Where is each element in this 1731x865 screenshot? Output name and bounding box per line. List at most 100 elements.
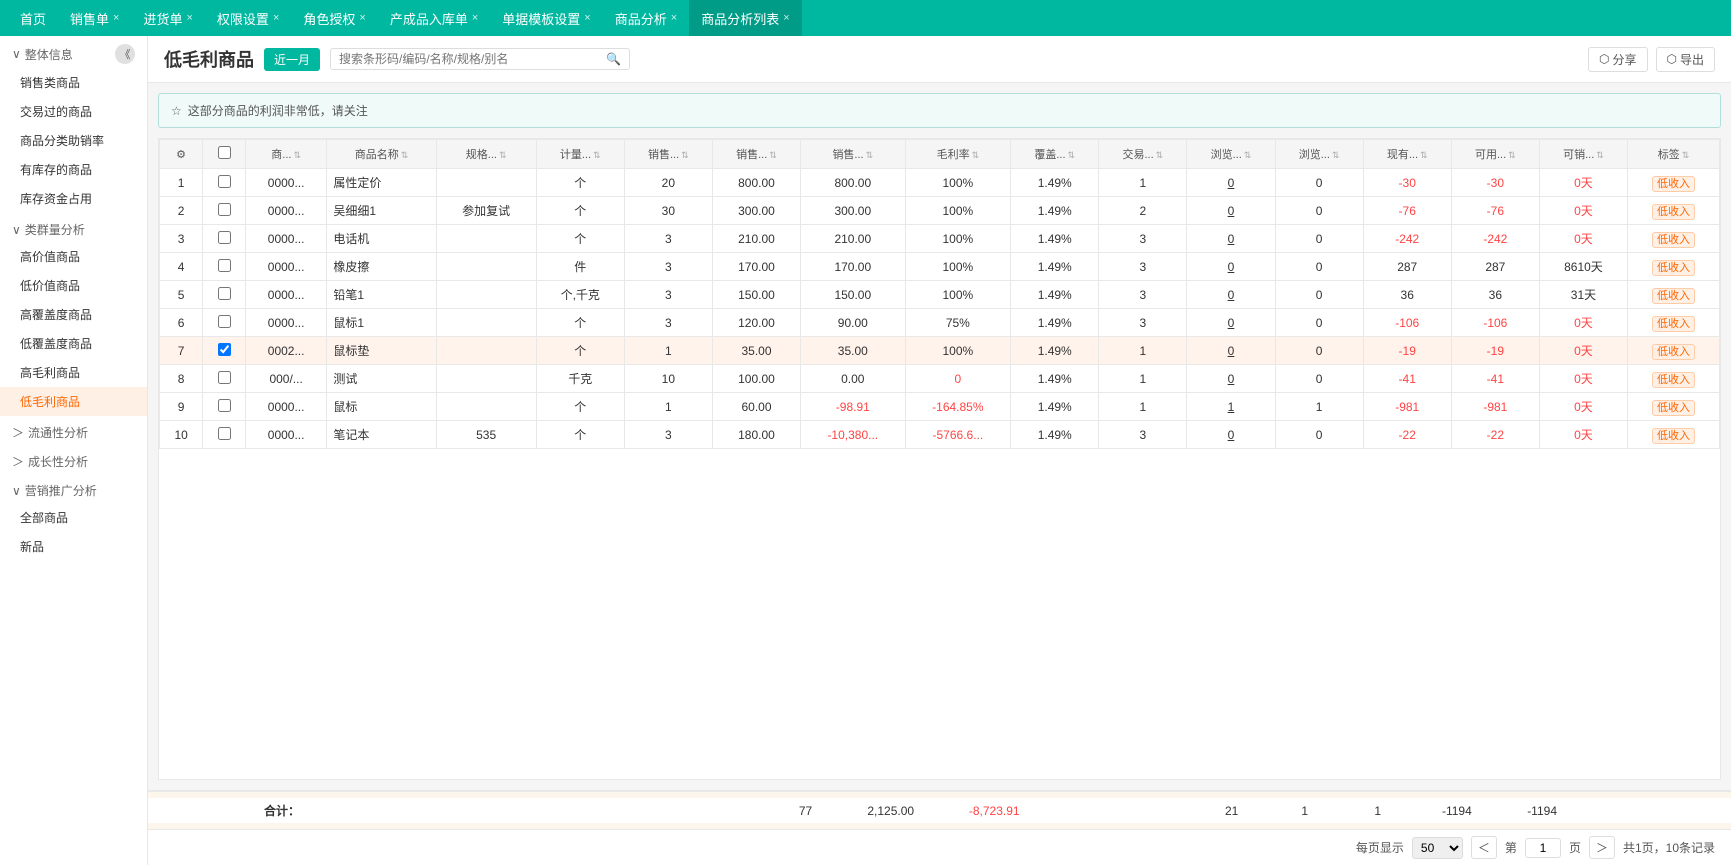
row-available: 36 [1451, 281, 1539, 309]
nav-analysis-list-close[interactable]: × [783, 12, 789, 24]
nav-template-settings[interactable]: 单据模板设置 × [490, 0, 602, 36]
col-tag[interactable]: 标签⇅ [1628, 140, 1720, 169]
row-view1[interactable]: 0 [1187, 253, 1275, 281]
col-code[interactable]: 商...⇅ [245, 140, 327, 169]
chevron-down-icon-2: ∨ [12, 223, 21, 237]
col-gross-margin[interactable]: 毛利率⇅ [905, 140, 1011, 169]
nav-product-entry[interactable]: 产成品入库单 × [378, 0, 490, 36]
sidebar-group-growth[interactable]: ＞ 成长性分析 [0, 445, 147, 474]
current-page-input[interactable] [1525, 838, 1561, 858]
row-checkbox[interactable] [203, 393, 246, 421]
row-view1[interactable]: 0 [1187, 197, 1275, 225]
nav-permissions-close[interactable]: × [273, 12, 279, 24]
col-saleable[interactable]: 可销...⇅ [1539, 140, 1627, 169]
row-tag: 低收入 [1628, 393, 1720, 421]
nav-analysis-close[interactable]: × [671, 12, 677, 24]
nav-product-entry-close[interactable]: × [472, 12, 478, 24]
nav-purchase[interactable]: 进货单 × [131, 0, 204, 36]
sidebar-group-marketing[interactable]: ∨ 营销推广分析 [0, 474, 147, 503]
sidebar-item-high-margin[interactable]: 高毛利商品 [0, 358, 147, 387]
sidebar-item-low-value[interactable]: 低价值商品 [0, 271, 147, 300]
sidebar-item-low-margin[interactable]: 低毛利商品 [0, 387, 147, 416]
row-name: 鼠标 [327, 393, 436, 421]
export-button[interactable]: ⬡ 导出 [1656, 47, 1716, 72]
nav-sales[interactable]: 销售单 × [58, 0, 131, 36]
row-available: -41 [1451, 365, 1539, 393]
col-sale-price[interactable]: 销售...⇅ [712, 140, 800, 169]
date-filter-button[interactable]: 近一月 [264, 48, 320, 71]
row-checkbox[interactable] [203, 337, 246, 365]
search-input[interactable] [339, 52, 602, 66]
sidebar-group-circulation[interactable]: ＞ 流通性分析 [0, 416, 147, 445]
sidebar-item-high-coverage[interactable]: 高覆盖度商品 [0, 300, 147, 329]
row-view1[interactable]: 0 [1187, 421, 1275, 449]
col-sale-amount[interactable]: 销售...⇅ [801, 140, 906, 169]
nav-roles-close[interactable]: × [359, 12, 365, 24]
sidebar-item-high-value[interactable]: 高价值商品 [0, 242, 147, 271]
sidebar-item-category-rate[interactable]: 商品分类助销率 [0, 126, 147, 155]
next-page-btn[interactable]: ＞ [1589, 836, 1615, 859]
nav-product-analysis[interactable]: 商品分析 × [603, 0, 689, 36]
col-coverage[interactable]: 覆盖...⇅ [1011, 140, 1099, 169]
nav-template-close[interactable]: × [584, 12, 590, 24]
col-spec[interactable]: 规格...⇅ [436, 140, 536, 169]
nav-home[interactable]: 首页 [8, 0, 58, 36]
nav-analysis-list[interactable]: 商品分析列表 × [689, 0, 801, 36]
nav-permissions[interactable]: 权限设置 × [205, 0, 291, 36]
col-sale-qty[interactable]: 销售...⇅ [624, 140, 712, 169]
row-checkbox[interactable] [203, 225, 246, 253]
table-row: 4 0000... 橡皮擦 件 3 170.00 170.00 100% 1.4… [160, 253, 1720, 281]
sidebar-item-new-goods[interactable]: 新品 [0, 532, 147, 561]
nav-roles[interactable]: 角色授权 × [291, 0, 377, 36]
col-current-stock[interactable]: 现有...⇅ [1363, 140, 1451, 169]
row-index: 9 [160, 393, 203, 421]
row-view1[interactable]: 0 [1187, 309, 1275, 337]
col-unit[interactable]: 计量...⇅ [536, 140, 624, 169]
prev-page-btn[interactable]: ＜ [1471, 836, 1497, 859]
row-checkbox[interactable] [203, 309, 246, 337]
row-checkbox[interactable] [203, 253, 246, 281]
row-checkbox[interactable] [203, 281, 246, 309]
row-view1[interactable]: 1 [1187, 393, 1275, 421]
row-view2: 0 [1275, 253, 1363, 281]
col-view2[interactable]: 浏览...⇅ [1275, 140, 1363, 169]
share-button[interactable]: ⬡ 分享 [1588, 47, 1648, 72]
col-view1[interactable]: 浏览...⇅ [1187, 140, 1275, 169]
sidebar-group-cluster[interactable]: ∨ 类群量分析 [0, 213, 147, 242]
row-spec [436, 169, 536, 197]
row-sale-qty: 3 [624, 309, 712, 337]
select-all-checkbox[interactable] [218, 146, 231, 159]
sidebar-item-traded-goods[interactable]: 交易过的商品 [0, 97, 147, 126]
row-index: 1 [160, 169, 203, 197]
row-checkbox[interactable] [203, 365, 246, 393]
row-current-stock: -106 [1363, 309, 1451, 337]
sidebar-collapse-btn[interactable]: 《 [115, 44, 135, 64]
row-view1[interactable]: 0 [1187, 365, 1275, 393]
row-checkbox[interactable] [203, 421, 246, 449]
sidebar-item-stocked-goods[interactable]: 有库存的商品 [0, 155, 147, 184]
row-current-stock: -19 [1363, 337, 1451, 365]
nav-purchase-close[interactable]: × [186, 12, 192, 24]
col-checkbox[interactable] [203, 140, 246, 169]
col-name[interactable]: 商品名称⇅ [327, 140, 436, 169]
row-checkbox[interactable] [203, 169, 246, 197]
row-view1[interactable]: 0 [1187, 169, 1275, 197]
nav-sales-close[interactable]: × [113, 12, 119, 24]
col-trade[interactable]: 交易...⇅ [1099, 140, 1187, 169]
sidebar-group-overall[interactable]: ∨ 整体信息 《 [0, 36, 147, 68]
row-view1[interactable]: 0 [1187, 337, 1275, 365]
row-trade: 1 [1099, 393, 1187, 421]
row-checkbox[interactable] [203, 197, 246, 225]
row-spec [436, 309, 536, 337]
sidebar-item-capital[interactable]: 库存资金占用 [0, 184, 147, 213]
search-icon[interactable]: 🔍 [606, 52, 621, 66]
row-gross-margin: 100% [905, 337, 1011, 365]
sidebar-item-low-coverage[interactable]: 低覆盖度商品 [0, 329, 147, 358]
per-page-select[interactable]: 50 100 200 [1412, 837, 1463, 859]
col-gear[interactable]: ⚙ [160, 140, 203, 169]
row-view1[interactable]: 0 [1187, 225, 1275, 253]
sidebar-item-sales-goods[interactable]: 销售类商品 [0, 68, 147, 97]
col-available[interactable]: 可用...⇅ [1451, 140, 1539, 169]
row-view1[interactable]: 0 [1187, 281, 1275, 309]
sidebar-item-all-goods[interactable]: 全部商品 [0, 503, 147, 532]
